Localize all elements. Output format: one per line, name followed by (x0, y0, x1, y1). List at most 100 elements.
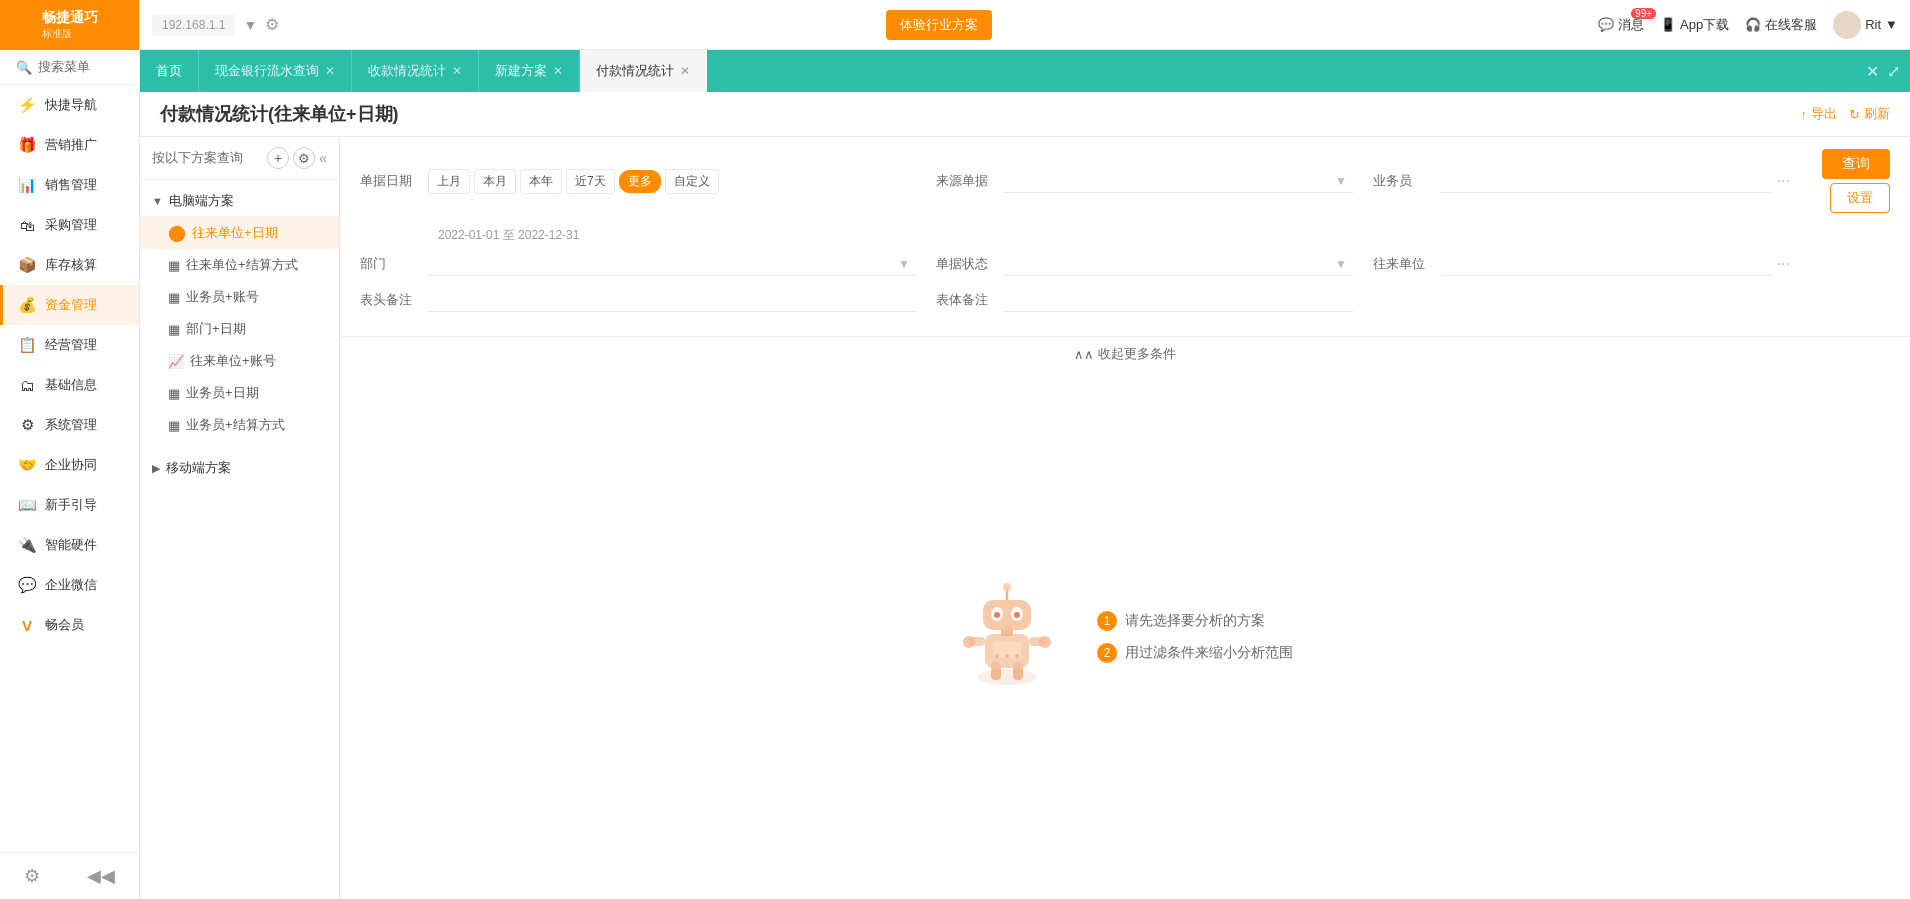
tab-close-icon[interactable]: ✕ (553, 64, 563, 78)
sidebar-item-hardware[interactable]: 🔌 智能硬件 (0, 525, 139, 565)
sidebar-item-purchase[interactable]: 🛍 采购管理 (0, 205, 139, 245)
avatar (1833, 11, 1861, 39)
sidebar-item-label: 畅会员 (45, 616, 84, 634)
basic-icon: 🗂 (17, 375, 37, 395)
scheme-group-mobile-title[interactable]: ▶ 移动端方案 (140, 453, 339, 483)
query-btn[interactable]: 查询 (1822, 149, 1890, 179)
tab-label: 新建方案 (495, 62, 547, 80)
online-service-btn[interactable]: 🎧 在线客服 (1745, 16, 1817, 34)
scheme-item-partner-payment[interactable]: ▦ 往来单位+结算方式 (140, 249, 339, 281)
tip-text-2: 用过滤条件来缩小分析范围 (1125, 644, 1293, 662)
tab-new-plan[interactable]: 新建方案 ✕ (479, 50, 580, 92)
source-select[interactable]: ▼ (1004, 170, 1353, 193)
business-icon: 📋 (17, 335, 37, 355)
setting-btn[interactable]: 设置 (1830, 183, 1890, 213)
scheme-item-staff-date[interactable]: ▦ 业务员+日期 (140, 377, 339, 409)
tab-payment-stats[interactable]: 付款情况统计 ✕ (580, 50, 707, 92)
date-btn-last-month[interactable]: 上月 (428, 169, 470, 194)
date-field: 单据日期 上月 本月 本年 近7天 更多 自定义 (360, 169, 916, 194)
tab-label: 现金银行流水查询 (215, 62, 319, 80)
purchase-icon: 🛍 (17, 215, 37, 235)
scheme-item-dept-date[interactable]: ▦ 部门+日期 (140, 313, 339, 345)
sidebar-item-wechat[interactable]: 💬 企业微信 (0, 565, 139, 605)
scheme-item-label: 部门+日期 (186, 320, 246, 338)
export-btn[interactable]: ↑ 导出 (1801, 105, 1838, 123)
filter-row-1: 单据日期 上月 本月 本年 近7天 更多 自定义 来源单据 (360, 149, 1890, 213)
search-icon: 🔍 (16, 60, 32, 75)
partner-input[interactable] (1441, 252, 1771, 276)
app-download-btn[interactable]: 📱 App下载 (1660, 16, 1729, 34)
sidebar-item-quick-nav[interactable]: ⚡ 快捷导航 (0, 85, 139, 125)
scheme-chart-icon: 📈 (168, 354, 184, 369)
refresh-btn[interactable]: ↻ 刷新 (1849, 105, 1890, 123)
sidebar-item-inventory[interactable]: 📦 库存核算 (0, 245, 139, 285)
sidebar-item-collab[interactable]: 🤝 企业协同 (0, 445, 139, 485)
chevron-down-icon: ▼ (1335, 257, 1347, 271)
user-menu[interactable]: Rit ▼ (1833, 11, 1898, 39)
main: 192.168.1.1 ▼ ⚙ 体验行业方案 💬 消息 99+ 📱 App下载 … (140, 0, 1910, 899)
sidebar-item-vip[interactable]: V 畅会员 (0, 605, 139, 645)
robot-svg (957, 582, 1057, 692)
tip-num-2: 2 (1097, 643, 1117, 663)
date-btn-custom[interactable]: 自定义 (665, 169, 719, 194)
scheme-collapse-btn[interactable]: « (319, 150, 327, 166)
collapse-btn[interactable]: ∧∧ 收起更多条件 (1074, 345, 1176, 363)
scheme-item-staff-payment[interactable]: ▦ 业务员+结算方式 (140, 409, 339, 441)
scheme-item-staff-account[interactable]: ▦ 业务员+账号 (140, 281, 339, 313)
sidebar-settings-btn[interactable]: ⚙ (16, 861, 48, 891)
date-btn-this-year[interactable]: 本年 (520, 169, 562, 194)
dept-select[interactable]: ▼ (428, 253, 916, 276)
vip-icon: V (17, 615, 37, 635)
staff-field: 业务员 ··· (1373, 169, 1790, 193)
svg-point-18 (1005, 654, 1009, 658)
body-remark-input[interactable] (1004, 288, 1353, 312)
trial-btn[interactable]: 体验行业方案 (886, 10, 992, 40)
page-body: 按以下方案查询 + ⚙ « ▼ 电脑端方案 ⬤ 往来单位+日期 (140, 137, 1910, 899)
partner-dots-icon[interactable]: ··· (1777, 255, 1790, 273)
settings-icon[interactable]: ⚙ (265, 15, 279, 34)
sidebar: 畅捷通巧 标准版 🔍 搜索菜单 ⚡ 快捷导航 🎁 营销推广 📊 销售管理 🛍 采… (0, 0, 140, 899)
scheme-add-btn[interactable]: + (267, 147, 289, 169)
staff-input[interactable] (1441, 169, 1771, 193)
search-menu[interactable]: 🔍 搜索菜单 (0, 50, 139, 85)
tabs-bar: 首页 现金银行流水查询 ✕ 收款情况统计 ✕ 新建方案 ✕ 付款情况统计 ✕ ✕… (140, 50, 1910, 92)
tab-close-icon[interactable]: ✕ (680, 64, 690, 78)
sidebar-item-basic[interactable]: 🗂 基础信息 (0, 365, 139, 405)
page-title: 付款情况统计(往来单位+日期) (160, 102, 399, 126)
sidebar-item-marketing[interactable]: 🎁 营销推广 (0, 125, 139, 165)
sidebar-item-label: 企业协同 (45, 456, 97, 474)
tab-home[interactable]: 首页 (140, 50, 199, 92)
scheme-item-partner-date[interactable]: ⬤ 往来单位+日期 (140, 216, 339, 249)
date-btn-more[interactable]: 更多 (619, 170, 661, 193)
tab-bank-flow[interactable]: 现金银行流水查询 ✕ (199, 50, 352, 92)
staff-dots-icon[interactable]: ··· (1777, 172, 1790, 190)
tab-receipt-stats[interactable]: 收款情况统计 ✕ (352, 50, 479, 92)
tab-home-label: 首页 (156, 62, 182, 80)
collab-icon: 🤝 (17, 455, 37, 475)
messages-btn[interactable]: 💬 消息 99+ (1598, 16, 1644, 34)
tab-close-icon[interactable]: ✕ (452, 64, 462, 78)
sidebar-item-business[interactable]: 📋 经营管理 (0, 325, 139, 365)
sidebar-item-system[interactable]: ⚙ 系统管理 (0, 405, 139, 445)
sidebar-item-label: 快捷导航 (45, 96, 97, 114)
date-btn-7days[interactable]: 近7天 (566, 169, 615, 194)
doc-status-select[interactable]: ▼ (1004, 253, 1353, 276)
collapse-btn-row: ∧∧ 收起更多条件 (340, 336, 1910, 371)
sidebar-item-fund[interactable]: 💰 资金管理 (0, 285, 139, 325)
phone-icon: 📱 (1660, 17, 1676, 32)
scheme-item-partner-account[interactable]: 📈 往来单位+账号 (140, 345, 339, 377)
sidebar-item-sales[interactable]: 📊 销售管理 (0, 165, 139, 205)
header-remark-field: 表头备注 (360, 288, 916, 312)
scheme-icon: ▦ (168, 290, 180, 305)
scheme-group-desktop-title[interactable]: ▼ 电脑端方案 (140, 186, 339, 216)
tab-close-icon[interactable]: ✕ (325, 64, 335, 78)
sidebar-item-guide[interactable]: 📖 新手引导 (0, 485, 139, 525)
scheme-gear-btn[interactable]: ⚙ (293, 147, 315, 169)
date-btn-this-month[interactable]: 本月 (474, 169, 516, 194)
expand-icon[interactable]: ⤢ (1887, 62, 1900, 81)
header-remark-input[interactable] (428, 288, 916, 312)
close-all-icon[interactable]: ✕ (1866, 62, 1879, 81)
marketing-icon: 🎁 (17, 135, 37, 155)
sidebar-collapse-btn[interactable]: ◀◀ (79, 861, 123, 891)
hardware-icon: 🔌 (17, 535, 37, 555)
